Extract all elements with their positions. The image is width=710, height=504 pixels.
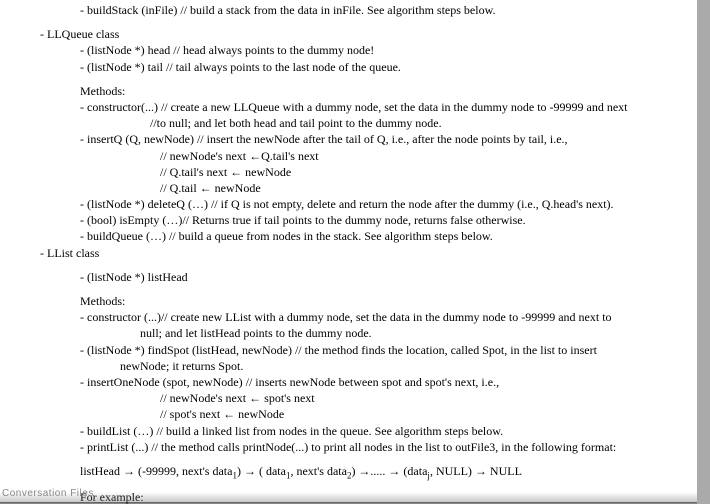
line-llqueue-class: - LLQueue class bbox=[10, 26, 687, 42]
line-insertone-2: // newNode's next ← spot's next bbox=[10, 390, 687, 406]
line-llq-ctor2: //to null; and let both head and tail po… bbox=[10, 115, 687, 131]
fmt-p3: , next's data bbox=[290, 464, 346, 478]
page-shadow bbox=[697, 0, 710, 504]
line-insertone-1: - insertOneNode (spot, newNode) // inser… bbox=[10, 374, 687, 390]
line-listhead: - (listNode *) listHead bbox=[10, 269, 687, 285]
line-findspot-2: newNode; it returns Spot. bbox=[10, 358, 687, 374]
line-methods-2: Methods: bbox=[10, 293, 687, 309]
line-insertq-1: - insertQ (Q, newNode) // insert the new… bbox=[10, 131, 687, 147]
line-printlist: - printList (...) // the method calls pr… bbox=[10, 439, 687, 455]
line-buildstack: - buildStack (inFile) // build a stack f… bbox=[10, 2, 687, 18]
line-llq-head: - (listNode *) head // head always point… bbox=[10, 42, 687, 58]
line-insertq-3: // Q.tail's next ← newNode bbox=[10, 164, 687, 180]
line-llq-ctor1: - constructor(...) // create a new LLQue… bbox=[10, 99, 687, 115]
line-insertone-3: // spot's next ← newNode bbox=[10, 406, 687, 422]
line-ll-ctor2: null; and let listHead points to the dum… bbox=[10, 325, 687, 341]
line-isempty: - (bool) isEmpty (…)// Returns true if t… bbox=[10, 212, 687, 228]
fmt-p4: ) →..... → (data bbox=[351, 464, 427, 478]
fmt-p1: listHead → (-99999, next's data bbox=[80, 464, 232, 478]
content: - buildStack (inFile) // build a stack f… bbox=[0, 0, 697, 504]
line-findspot-1: - (listNode *) findSpot (listHead, newNo… bbox=[10, 342, 687, 358]
line-buildqueue: - buildQueue (…) // build a queue from n… bbox=[10, 228, 687, 244]
watermark-text: Conversation Files bbox=[2, 488, 94, 499]
line-llq-tail: - (listNode *) tail // tail always point… bbox=[10, 59, 687, 75]
line-insertq-2: // newNode's next ←Q.tail's next bbox=[10, 148, 687, 164]
line-format: listHead → (-99999, next's data1) → ( da… bbox=[10, 463, 687, 482]
fmt-p2: ) → ( data bbox=[237, 464, 286, 478]
line-buildlist: - buildList (…) // build a linked list f… bbox=[10, 423, 687, 439]
line-ll-ctor1: - constructor (...)// create new LList w… bbox=[10, 309, 687, 325]
line-methods: Methods: bbox=[10, 83, 687, 99]
line-forexample: For example: bbox=[10, 489, 687, 504]
line-insertq-4: // Q.tail ← newNode bbox=[10, 180, 687, 196]
fmt-p5: , NULL) → NULL bbox=[430, 464, 522, 478]
line-llist-class: - LList class bbox=[10, 245, 687, 261]
line-deleteq: - (listNode *) deleteQ (…) // if Q is no… bbox=[10, 196, 687, 212]
document-page: - buildStack (inFile) // build a stack f… bbox=[0, 0, 698, 503]
